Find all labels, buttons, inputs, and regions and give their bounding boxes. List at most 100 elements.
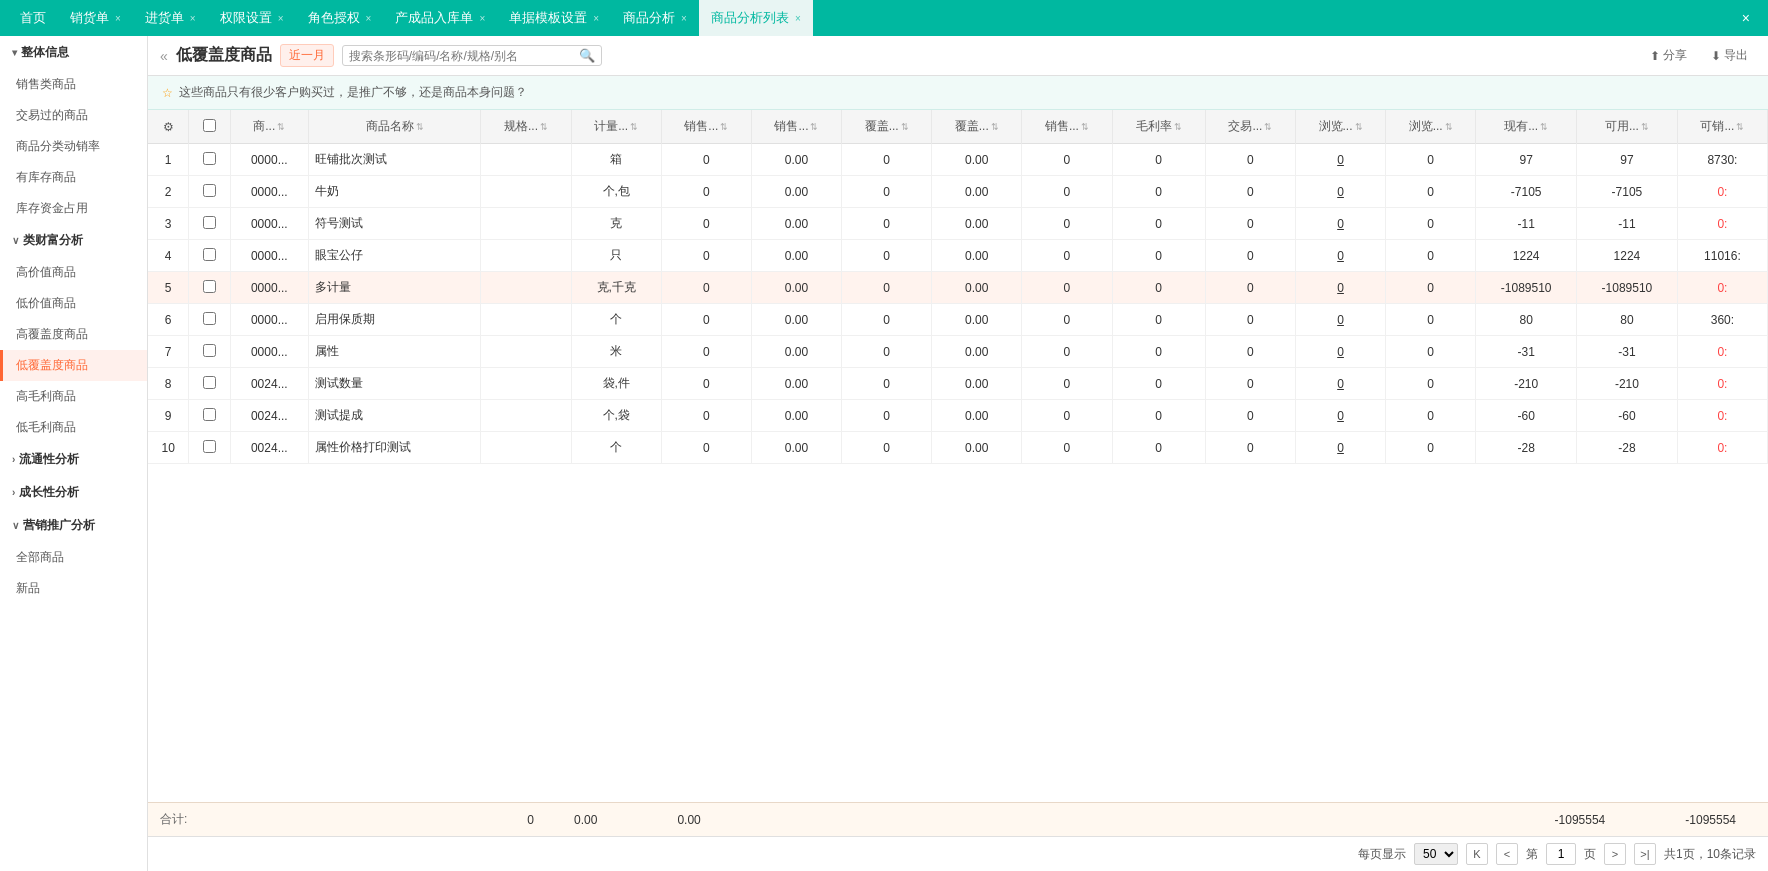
select-all-checkbox[interactable]	[203, 119, 216, 132]
sort-unit-icon[interactable]: ⇅	[630, 122, 638, 132]
sidebar-item-category-sales-rate[interactable]: 商品分类动销率	[0, 131, 147, 162]
sort-browse1-icon[interactable]: ⇅	[1355, 122, 1363, 132]
table-row: 90024...测试提成个,袋00.0000.0000000-60-600:	[148, 400, 1768, 432]
sidebar-item-high-margin[interactable]: 高毛利商品	[0, 381, 147, 412]
sort-coverage2-icon[interactable]: ⇅	[991, 122, 999, 132]
search-input[interactable]	[349, 49, 579, 63]
table-cell[interactable]	[189, 336, 230, 368]
sort-coverage1-icon[interactable]: ⇅	[901, 122, 909, 132]
col-checkbox-header[interactable]	[189, 110, 230, 144]
row-checkbox[interactable]	[203, 376, 216, 389]
table-cell: 0	[1205, 272, 1295, 304]
page-of-label: 页	[1584, 846, 1596, 863]
share-button[interactable]: ⬆ 分享	[1642, 44, 1695, 67]
sort-current-icon[interactable]: ⇅	[1540, 122, 1548, 132]
table-cell: 0	[842, 304, 932, 336]
export-button[interactable]: ⬇ 导出	[1703, 44, 1756, 67]
sort-code-icon[interactable]: ⇅	[277, 122, 285, 132]
sidebar-section-growth[interactable]: › 成长性分析	[0, 476, 147, 509]
sort-sales-qty-icon[interactable]: ⇅	[720, 122, 728, 132]
close-finished-goods-icon[interactable]: ×	[479, 13, 485, 24]
table-cell[interactable]	[189, 240, 230, 272]
row-checkbox[interactable]	[203, 280, 216, 293]
close-product-analysis-list-icon[interactable]: ×	[795, 13, 801, 24]
table-cell: 0	[1386, 208, 1476, 240]
last-page-button[interactable]: >|	[1634, 843, 1656, 865]
sidebar-item-stock-products[interactable]: 有库存商品	[0, 162, 147, 193]
sidebar-item-traded-products[interactable]: 交易过的商品	[0, 100, 147, 131]
sort-sales-amt-icon[interactable]: ⇅	[810, 122, 818, 132]
per-page-select[interactable]: 50	[1414, 843, 1458, 865]
table-cell: 0	[842, 240, 932, 272]
sidebar-item-low-value[interactable]: 低价值商品	[0, 288, 147, 319]
table-cell[interactable]	[189, 272, 230, 304]
sort-sales-data-icon[interactable]: ⇅	[1081, 122, 1089, 132]
expand-marketing-icon: ∨	[12, 520, 19, 531]
per-page-label: 每页显示	[1358, 846, 1406, 863]
close-purchase-order-icon[interactable]: ×	[190, 13, 196, 24]
sidebar-item-sales-products[interactable]: 销售类商品	[0, 69, 147, 100]
page-number-input[interactable]	[1546, 843, 1576, 865]
table-cell: 0.00	[751, 432, 841, 464]
table-cell: 属性价格打印测试	[309, 432, 481, 464]
table-cell[interactable]	[189, 304, 230, 336]
sort-transaction-icon[interactable]: ⇅	[1264, 122, 1272, 132]
sidebar-item-high-value[interactable]: 高价值商品	[0, 257, 147, 288]
sidebar-item-high-coverage[interactable]: 高覆盖度商品	[0, 319, 147, 350]
sort-saleable-icon[interactable]: ⇅	[1736, 122, 1744, 132]
table-cell	[481, 304, 571, 336]
nav-purchase-order[interactable]: 进货单 ×	[133, 0, 208, 36]
close-product-analysis-icon[interactable]: ×	[681, 13, 687, 24]
nav-permission-settings[interactable]: 权限设置 ×	[208, 0, 296, 36]
sidebar-section-marketing[interactable]: ∨ 营销推广分析	[0, 509, 147, 542]
sort-name-icon[interactable]: ⇅	[416, 122, 424, 132]
time-filter-button[interactable]: 近一月	[280, 44, 334, 67]
sidebar-item-low-margin[interactable]: 低毛利商品	[0, 412, 147, 443]
sort-available-icon[interactable]: ⇅	[1641, 122, 1649, 132]
close-permission-icon[interactable]: ×	[278, 13, 284, 24]
close-role-auth-icon[interactable]: ×	[366, 13, 372, 24]
sidebar-section-circulation[interactable]: › 流通性分析	[0, 443, 147, 476]
table-cell[interactable]	[189, 176, 230, 208]
table-cell[interactable]	[189, 208, 230, 240]
next-page-button[interactable]: >	[1604, 843, 1626, 865]
row-checkbox[interactable]	[203, 216, 216, 229]
close-template-icon[interactable]: ×	[593, 13, 599, 24]
row-checkbox[interactable]	[203, 312, 216, 325]
table-cell: 7	[148, 336, 189, 368]
nav-role-auth[interactable]: 角色授权 ×	[296, 0, 384, 36]
nav-sales-order[interactable]: 销货单 ×	[58, 0, 133, 36]
table-cell: -210	[1577, 368, 1678, 400]
close-sales-order-icon[interactable]: ×	[115, 13, 121, 24]
sidebar-item-all-products[interactable]: 全部商品	[0, 542, 147, 573]
table-cell: 0	[842, 432, 932, 464]
nav-product-analysis[interactable]: 商品分析 ×	[611, 0, 699, 36]
sidebar-item-new-products[interactable]: 新品	[0, 573, 147, 604]
sort-gross-margin-icon[interactable]: ⇅	[1174, 122, 1182, 132]
prev-page-button[interactable]: <	[1496, 843, 1518, 865]
row-checkbox[interactable]	[203, 152, 216, 165]
row-checkbox[interactable]	[203, 248, 216, 261]
nav-template-settings[interactable]: 单据模板设置 ×	[497, 0, 611, 36]
sort-browse2-icon[interactable]: ⇅	[1445, 122, 1453, 132]
nav-home[interactable]: 首页	[8, 0, 58, 36]
row-checkbox[interactable]	[203, 440, 216, 453]
sidebar-section-wealth-analysis[interactable]: ∨ 类财富分析	[0, 224, 147, 257]
col-settings[interactable]: ⚙	[148, 110, 189, 144]
sort-spec-icon[interactable]: ⇅	[540, 122, 548, 132]
table-cell[interactable]	[189, 144, 230, 176]
nav-product-analysis-list[interactable]: 商品分析列表 ×	[699, 0, 813, 36]
table-cell[interactable]	[189, 400, 230, 432]
first-page-button[interactable]: K	[1466, 843, 1488, 865]
window-close-button[interactable]: ×	[1732, 10, 1760, 26]
collapse-sidebar-button[interactable]: «	[160, 48, 168, 64]
sidebar-item-stock-capital[interactable]: 库存资金占用	[0, 193, 147, 224]
row-checkbox[interactable]	[203, 408, 216, 421]
table-cell[interactable]	[189, 368, 230, 400]
table-cell[interactable]	[189, 432, 230, 464]
nav-finished-goods[interactable]: 产成品入库单 ×	[383, 0, 497, 36]
row-checkbox[interactable]	[203, 184, 216, 197]
sidebar-section-overall[interactable]: ▾ 整体信息	[0, 36, 147, 69]
sidebar-item-low-coverage[interactable]: 低覆盖度商品	[0, 350, 147, 381]
row-checkbox[interactable]	[203, 344, 216, 357]
